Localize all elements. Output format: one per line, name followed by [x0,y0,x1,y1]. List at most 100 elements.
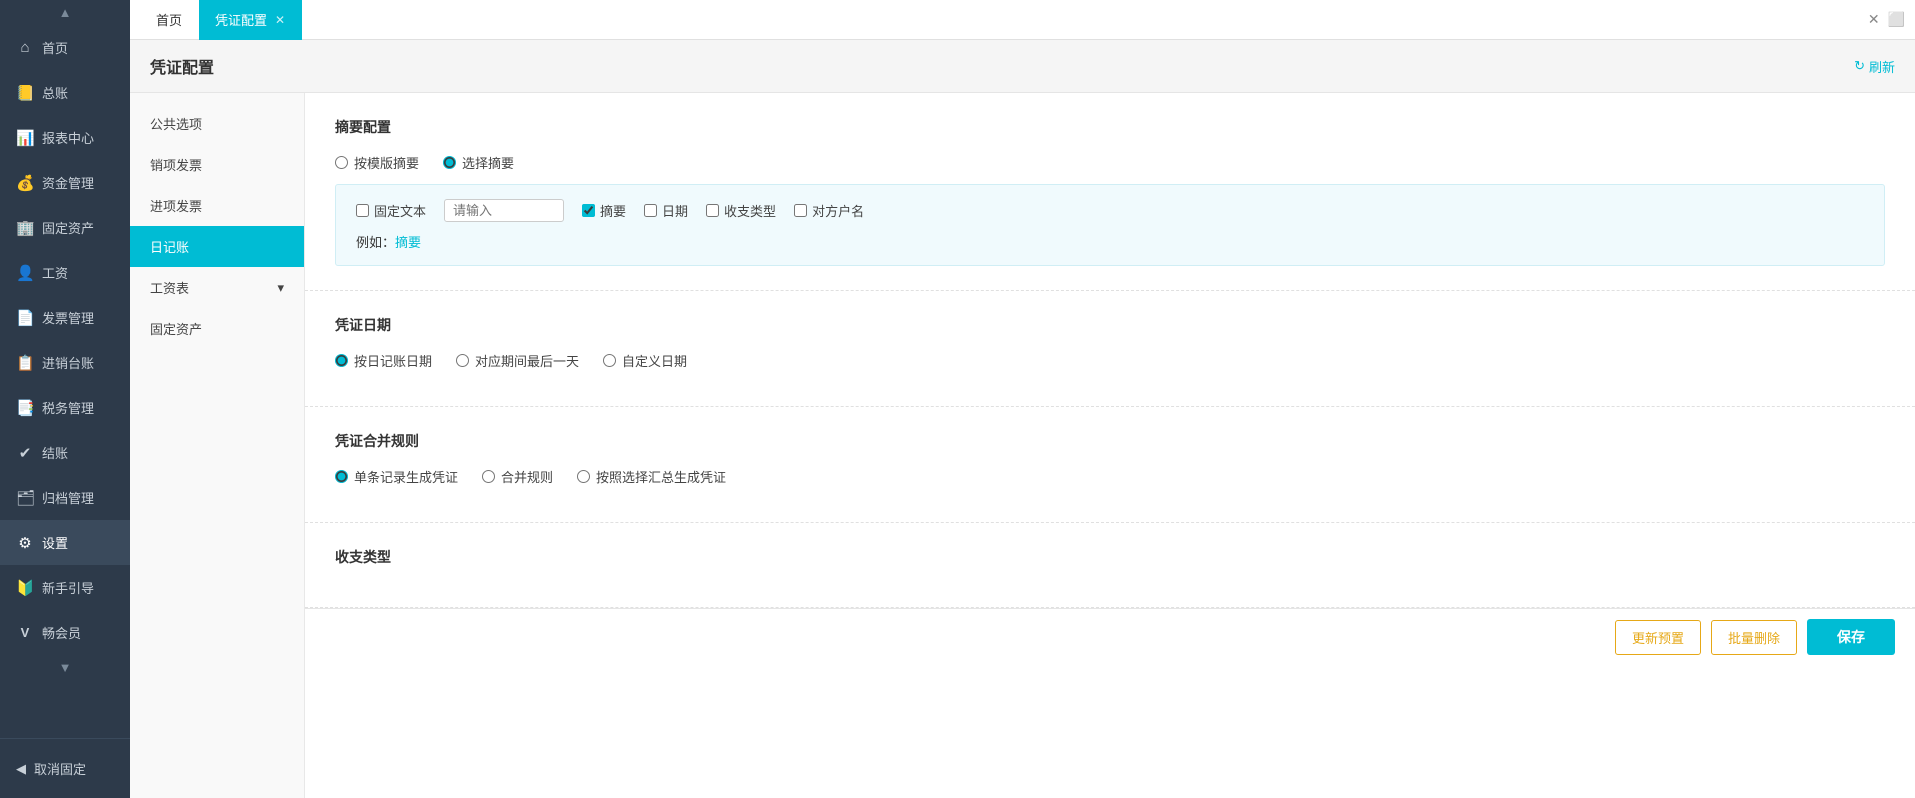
pin-icon: ◀ [16,761,26,777]
sidebar-item-tax[interactable]: 📑 税务管理 [0,385,130,430]
left-nav-item-public[interactable]: 公共选项 [130,103,304,144]
update-preview-button[interactable]: 更新预置 [1615,620,1701,655]
left-nav: 公共选项 销项发票 进项发票 日记账 工资表 ▾ 固定资产 [130,93,305,798]
chevron-down-icon: ▾ [277,280,284,296]
summary-checkbox-area: 固定文本 摘要 日期 [335,184,1885,266]
merge-rule-radio[interactable] [482,470,495,483]
date-radio-journal[interactable]: 按日记账日期 [335,351,432,370]
fixed-text-input[interactable] [444,199,564,222]
merge-radio-group: 单条记录生成凭证 合并规则 按照选择汇总生成凭证 [335,467,1885,486]
summary-radio-group: 按模版摘要 选择摘要 [335,153,1885,172]
batch-delete-button[interactable]: 批量删除 [1711,620,1797,655]
merge-section-title: 凭证合并规则 [335,431,1885,451]
page-content: 凭证配置 ↻ 刷新 公共选项 销项发票 进项发票 日记账 [130,40,1915,798]
date-custom-radio[interactable] [603,354,616,367]
date-checkbox-label[interactable]: 日期 [644,201,688,220]
example-text: 例如：摘要 [356,232,1864,251]
date-checkbox[interactable] [644,204,657,217]
tab-bar-right: ✕ ⬜ [1868,11,1905,28]
counterpart-checkbox[interactable] [794,204,807,217]
page-title: 凭证配置 [150,54,214,78]
date-journal-radio[interactable] [335,354,348,367]
abstract-checkbox[interactable] [582,204,595,217]
sidebar-scroll-down[interactable]: ▼ [0,655,130,680]
archive-icon: 🗂 [16,489,34,507]
income-type-checkbox-label[interactable]: 收支类型 [706,201,776,220]
date-section-title: 凭证日期 [335,315,1885,335]
left-nav-item-fixed-assets[interactable]: 固定资产 [130,308,304,349]
tax-icon: 📑 [16,399,34,417]
summary-section-title: 摘要配置 [335,117,1885,137]
date-section: 凭证日期 按日记账日期 对应期间最后一天 自定义日期 [305,291,1915,407]
summary-select-radio[interactable] [443,156,456,169]
sidebar-item-reports[interactable]: 📊 报表中心 [0,115,130,160]
merge-radio-single[interactable]: 单条记录生成凭证 [335,467,458,486]
guide-icon: 🔰 [16,579,34,597]
settings-icon: ⚙ [16,534,34,552]
sidebar-item-purchase-sales[interactable]: 📋 进销台账 [0,340,130,385]
sidebar-item-vip[interactable]: V 畅会员 [0,610,130,655]
content-body: 公共选项 销项发票 进项发票 日记账 工资表 ▾ 固定资产 [130,93,1915,798]
income-type-section: 收支类型 [305,523,1915,608]
window-close-icon[interactable]: ✕ [1868,11,1880,28]
sidebar-item-settings[interactable]: ⚙ 设置 [0,520,130,565]
merge-radio-select-summary[interactable]: 按照选择汇总生成凭证 [577,467,726,486]
income-type-checkbox[interactable] [706,204,719,217]
summary-radio-select[interactable]: 选择摘要 [443,153,514,172]
sidebar-scroll-up[interactable]: ▲ [0,0,130,25]
tab-bar: 首页 凭证配置 ✕ ✕ ⬜ [130,0,1915,40]
save-button[interactable]: 保存 [1807,619,1895,655]
merge-radio-rule[interactable]: 合并规则 [482,467,553,486]
summary-radio-template[interactable]: 按模版摘要 [335,153,419,172]
home-icon: ⌂ [16,39,34,56]
sidebar-item-guide[interactable]: 🔰 新手引导 [0,565,130,610]
main-area: 首页 凭证配置 ✕ ✕ ⬜ 凭证配置 ↻ 刷新 公共选项 [130,0,1915,798]
left-nav-item-sales-invoice[interactable]: 销项发票 [130,144,304,185]
tab-home[interactable]: 首页 [140,0,199,40]
assets-icon: 🏢 [16,219,34,237]
refresh-icon: ↻ [1854,58,1865,74]
tab-voucher-config[interactable]: 凭证配置 ✕ [199,0,302,40]
sidebar-bottom: ◀ 取消固定 [0,738,130,798]
sidebar-item-payroll[interactable]: 👤 工资 [0,250,130,295]
purchase-sales-icon: 📋 [16,354,34,372]
summary-section: 摘要配置 按模版摘要 选择摘要 [305,93,1915,291]
date-period-last-radio[interactable] [456,354,469,367]
left-nav-item-payroll-table[interactable]: 工资表 ▾ [130,267,304,308]
refresh-button[interactable]: ↻ 刷新 [1854,57,1895,76]
invoice-mgmt-icon: 📄 [16,309,34,327]
counterpart-checkbox-label[interactable]: 对方户名 [794,201,864,220]
reports-icon: 📊 [16,129,34,147]
merge-single-radio[interactable] [335,470,348,483]
closing-icon: ✔ [16,444,34,462]
summary-template-radio[interactable] [335,156,348,169]
date-radio-period-last[interactable]: 对应期间最后一天 [456,351,579,370]
ledger-icon: 📒 [16,84,34,102]
sidebar-item-home[interactable]: ⌂ 首页 [0,25,130,70]
sidebar-item-invoice-mgmt[interactable]: 📄 发票管理 [0,295,130,340]
sidebar-item-archive[interactable]: 🗂 归档管理 [0,475,130,520]
vip-icon: V [16,625,34,640]
income-type-section-title: 收支类型 [335,547,1885,567]
cancel-pin-button[interactable]: ◀ 取消固定 [0,749,130,788]
merge-section: 凭证合并规则 单条记录生成凭证 合并规则 按照选择汇总生成凭证 [305,407,1915,523]
sidebar-item-funds[interactable]: 💰 资金管理 [0,160,130,205]
fixed-text-checkbox-label[interactable]: 固定文本 [356,201,426,220]
sidebar-item-ledger[interactable]: 📒 总账 [0,70,130,115]
window-maximize-icon[interactable]: ⬜ [1888,11,1905,28]
payroll-icon: 👤 [16,264,34,282]
sidebar: ▲ ⌂ 首页 📒 总账 📊 报表中心 💰 资金管理 🏢 固定资产 👤 工资 📄 … [0,0,130,798]
merge-select-summary-radio[interactable] [577,470,590,483]
tab-close-icon[interactable]: ✕ [275,13,285,27]
fixed-text-checkbox[interactable] [356,204,369,217]
page-header: 凭证配置 ↻ 刷新 [130,40,1915,93]
date-radio-custom[interactable]: 自定义日期 [603,351,687,370]
left-nav-item-purchase-invoice[interactable]: 进项发票 [130,185,304,226]
date-radio-group: 按日记账日期 对应期间最后一天 自定义日期 [335,351,1885,370]
sidebar-item-assets[interactable]: 🏢 固定资产 [0,205,130,250]
bottom-bar: 更新预置 批量删除 保存 [305,608,1915,665]
left-nav-item-journal[interactable]: 日记账 [130,226,304,267]
abstract-checkbox-label[interactable]: 摘要 [582,201,626,220]
sidebar-item-closing[interactable]: ✔ 结账 [0,430,130,475]
funds-icon: 💰 [16,174,34,192]
